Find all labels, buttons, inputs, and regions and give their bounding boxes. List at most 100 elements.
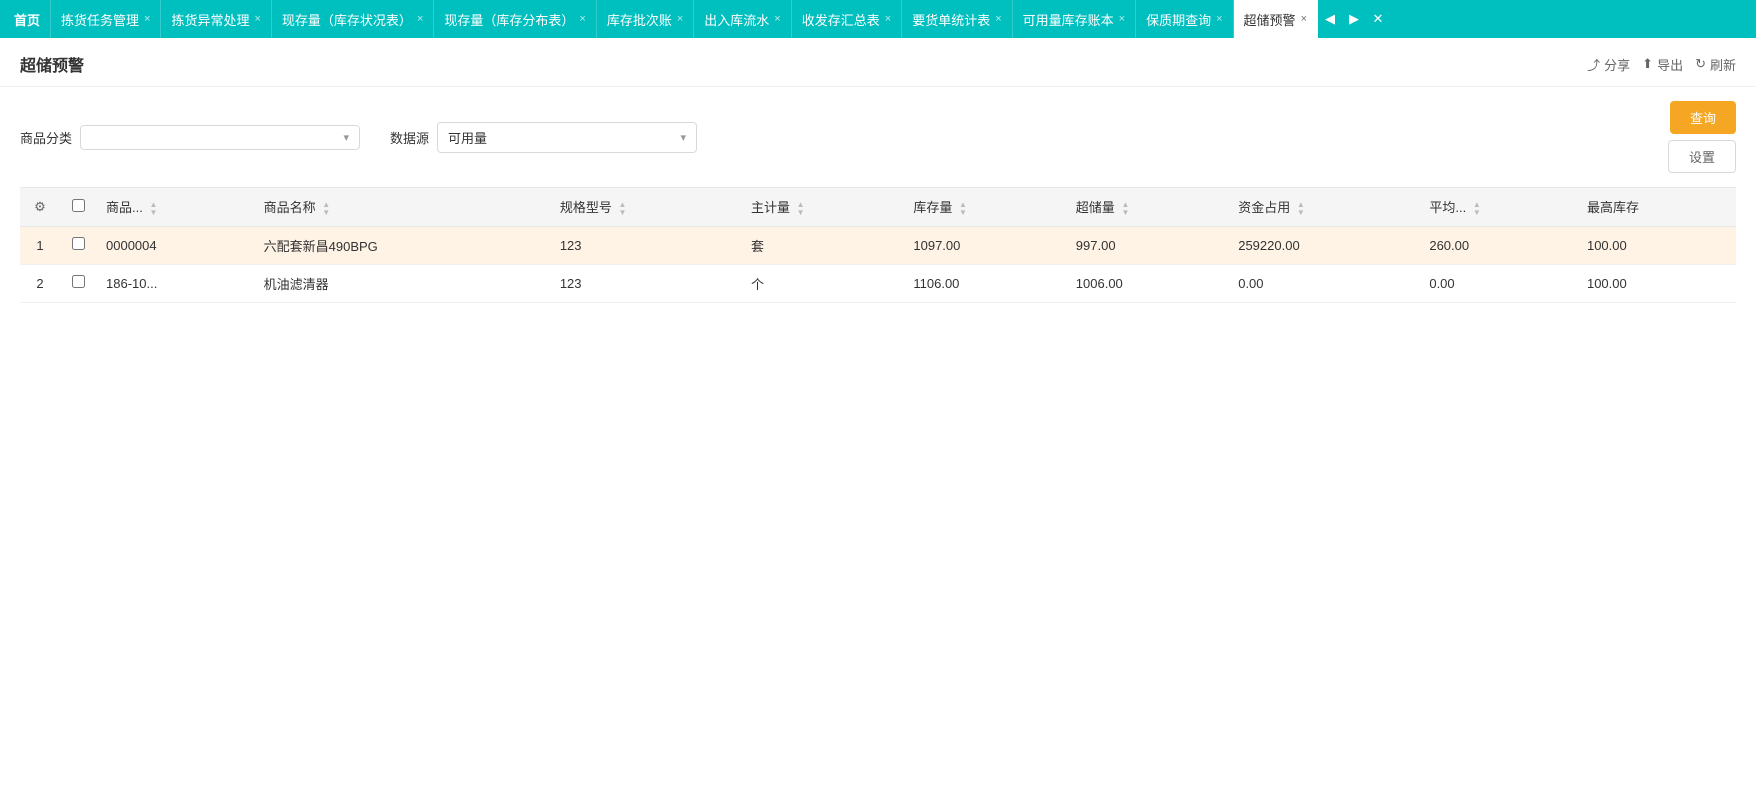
col-header-stock-qty[interactable]: 库存量 ▲▼ (903, 188, 1065, 227)
row-max-stock: 100.00 (1577, 226, 1736, 264)
filter-area: 商品分类 ▾ 数据源 可用量 ▾ 查询 设置 (0, 87, 1756, 187)
sort-arrows-product-name: ▲▼ (322, 201, 330, 217)
gear-icon[interactable]: ⚙ (34, 199, 46, 214)
row-max-stock: 100.00 (1577, 264, 1736, 302)
table-body: 1 0000004 六配套新昌490BPG 123 套 1097.00 997.… (20, 226, 1736, 302)
row-capital-used: 259220.00 (1228, 226, 1419, 264)
nav-tab-exception[interactable]: 拣货异常处理 × (161, 0, 271, 38)
nav-tab-stock-status-close[interactable]: × (417, 13, 423, 25)
page-content: 超储预警 ⤴ 分享 ⬆ 导出 ↻ 刷新 商品分类 ▾ 数据源 (0, 38, 1756, 800)
nav-tab-order-stats-label: 要货单统计表 (912, 10, 990, 29)
row-checkbox-cell (60, 226, 96, 264)
row-unit: 个 (741, 264, 903, 302)
top-navigation: 首页 拣货任务管理 × 拣货异常处理 × 现存量（库存状况表） × 现存量（库存… (0, 0, 1756, 38)
nav-tab-overstock-alert-label: 超储预警 (1244, 10, 1296, 29)
nav-tab-home[interactable]: 首页 (4, 0, 51, 38)
export-icon: ⬆ (1642, 56, 1653, 72)
category-label: 商品分类 (20, 128, 72, 147)
export-button[interactable]: ⬆ 导出 (1642, 55, 1683, 74)
nav-tab-batch-account-close[interactable]: × (677, 13, 683, 25)
select-all-checkbox[interactable] (72, 199, 85, 212)
refresh-button[interactable]: ↻ 刷新 (1695, 55, 1736, 74)
col-header-product-code[interactable]: 商品... ▲▼ (96, 188, 254, 227)
nav-tab-summary[interactable]: 收发存汇总表 × (792, 0, 902, 38)
col-header-max-stock[interactable]: 最高库存 (1577, 188, 1736, 227)
col-header-overstock-qty[interactable]: 超储量 ▲▼ (1066, 188, 1228, 227)
nav-tab-stock-dist[interactable]: 现存量（库存分布表） × (434, 0, 596, 38)
nav-tab-stock-dist-close[interactable]: × (579, 13, 585, 25)
nav-close-all[interactable]: ✕ (1366, 0, 1390, 38)
table-container: ⚙ 商品... ▲▼ 商品名称 ▲▼ 规格型号 ▲▼ (0, 187, 1756, 303)
sort-arrows-avg: ▲▼ (1473, 201, 1481, 217)
row-product-name: 六配套新昌490BPG (254, 226, 550, 264)
nav-tab-summary-label: 收发存汇总表 (802, 10, 880, 29)
table-row: 1 0000004 六配套新昌490BPG 123 套 1097.00 997.… (20, 226, 1736, 264)
col-header-product-name[interactable]: 商品名称 ▲▼ (254, 188, 550, 227)
datasource-select-value: 可用量 (448, 128, 487, 147)
row-stock-qty: 1097.00 (903, 226, 1065, 264)
col-header-unit[interactable]: 主计量 ▲▼ (741, 188, 903, 227)
row-checkbox[interactable] (72, 275, 85, 288)
table-row: 2 186-10... 机油滤清器 123 个 1106.00 1006.00 … (20, 264, 1736, 302)
share-icon: ⤴ (1587, 55, 1600, 74)
row-product-code: 0000004 (96, 226, 254, 264)
nav-tab-shelf-life-close[interactable]: × (1216, 13, 1222, 25)
settings-button[interactable]: 设置 (1668, 140, 1736, 173)
nav-tab-overstock-alert[interactable]: 超储预警 × (1234, 0, 1318, 38)
row-num: 1 (20, 226, 60, 264)
nav-next-arrow[interactable]: ▶ (1342, 0, 1366, 38)
nav-tab-stock-status[interactable]: 现存量（库存状况表） × (272, 0, 434, 38)
nav-tab-flow-close[interactable]: × (774, 13, 780, 25)
sort-arrows-stock-qty: ▲▼ (959, 201, 967, 217)
datasource-label: 数据源 (390, 128, 429, 147)
row-avg: 260.00 (1419, 226, 1577, 264)
row-checkbox-cell (60, 264, 96, 302)
sort-arrows-overstock-qty: ▲▼ (1121, 201, 1129, 217)
col-header-avg[interactable]: 平均... ▲▼ (1419, 188, 1577, 227)
sort-arrows-product-code: ▲▼ (149, 201, 157, 217)
datasource-select[interactable]: 可用量 ▾ (437, 122, 697, 153)
datasource-filter: 数据源 可用量 ▾ (390, 122, 697, 153)
refresh-label: 刷新 (1710, 55, 1736, 74)
nav-tab-exception-label: 拣货异常处理 (171, 10, 249, 29)
col-header-spec[interactable]: 规格型号 ▲▼ (550, 188, 741, 227)
nav-tab-available-account[interactable]: 可用量库存账本 × (1013, 0, 1136, 38)
nav-tab-task-mgmt[interactable]: 拣货任务管理 × (51, 0, 161, 38)
row-product-code: 186-10... (96, 264, 254, 302)
nav-tab-order-stats-close[interactable]: × (995, 13, 1001, 25)
filter-actions: 查询 设置 (1668, 101, 1736, 173)
header-actions: ⤴ 分享 ⬆ 导出 ↻ 刷新 (1587, 55, 1736, 74)
chevron-down-icon: ▾ (343, 131, 349, 144)
query-button[interactable]: 查询 (1670, 101, 1736, 134)
share-button[interactable]: ⤴ 分享 (1587, 55, 1630, 74)
col-header-settings: ⚙ (20, 188, 60, 227)
row-avg: 0.00 (1419, 264, 1577, 302)
nav-tab-stock-dist-label: 现存量（库存分布表） (444, 10, 574, 29)
col-header-capital-used[interactable]: 资金占用 ▲▼ (1228, 188, 1419, 227)
row-checkbox[interactable] (72, 237, 85, 250)
export-label: 导出 (1657, 55, 1683, 74)
row-overstock-qty: 1006.00 (1066, 264, 1228, 302)
overstock-table: ⚙ 商品... ▲▼ 商品名称 ▲▼ 规格型号 ▲▼ (20, 187, 1736, 303)
nav-tab-summary-close[interactable]: × (885, 13, 891, 25)
nav-tab-task-mgmt-close[interactable]: × (144, 13, 150, 25)
nav-tab-batch-account-label: 库存批次账 (607, 10, 672, 29)
table-header-row: ⚙ 商品... ▲▼ 商品名称 ▲▼ 规格型号 ▲▼ (20, 188, 1736, 227)
nav-tab-exception-close[interactable]: × (254, 13, 260, 25)
row-stock-qty: 1106.00 (903, 264, 1065, 302)
nav-tab-overstock-alert-close[interactable]: × (1301, 13, 1307, 25)
page-header: 超储预警 ⤴ 分享 ⬆ 导出 ↻ 刷新 (0, 38, 1756, 87)
row-spec: 123 (550, 264, 741, 302)
row-num: 2 (20, 264, 60, 302)
nav-tab-task-mgmt-label: 拣货任务管理 (61, 10, 139, 29)
nav-tab-flow[interactable]: 出入库流水 × (694, 0, 791, 38)
category-select[interactable]: ▾ (80, 125, 360, 150)
nav-tab-available-account-close[interactable]: × (1119, 13, 1125, 25)
col-header-checkbox (60, 188, 96, 227)
nav-tab-batch-account[interactable]: 库存批次账 × (597, 0, 694, 38)
share-label: 分享 (1604, 55, 1630, 74)
nav-tab-order-stats[interactable]: 要货单统计表 × (902, 0, 1012, 38)
nav-tab-shelf-life[interactable]: 保质期查询 × (1136, 0, 1233, 38)
nav-tab-flow-label: 出入库流水 (704, 10, 769, 29)
nav-prev-arrow[interactable]: ◀ (1318, 0, 1342, 38)
